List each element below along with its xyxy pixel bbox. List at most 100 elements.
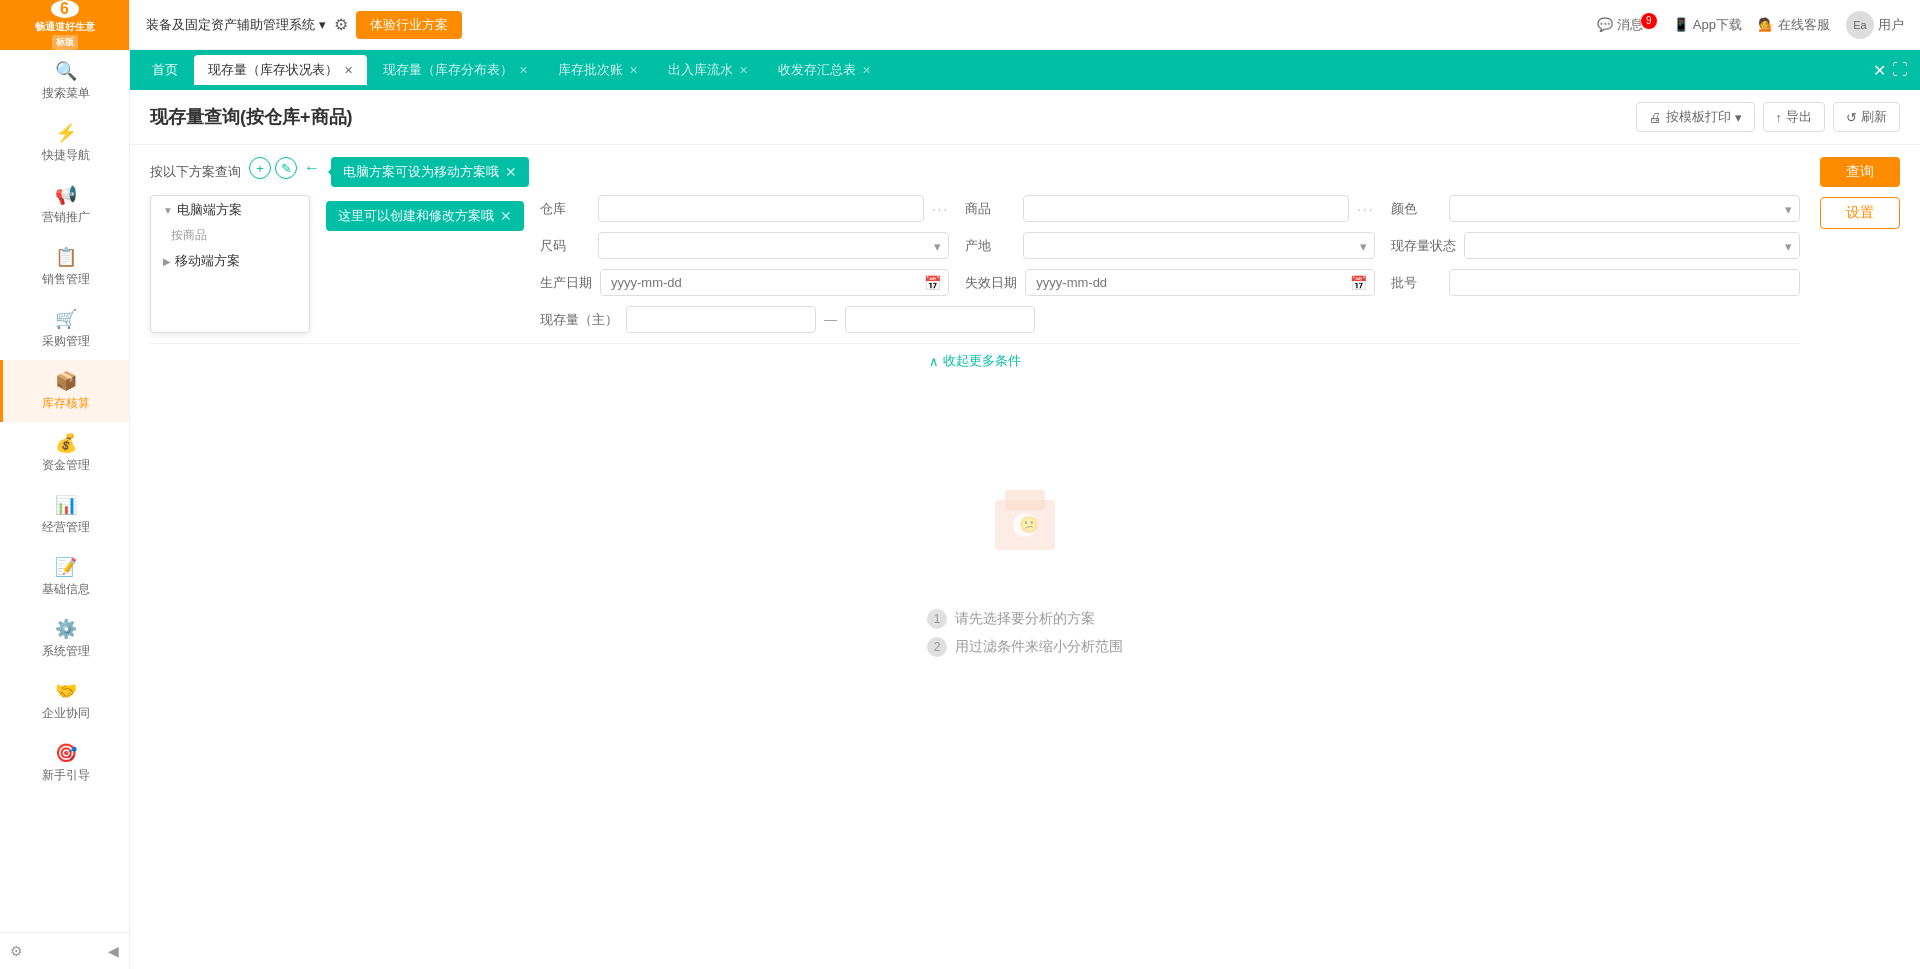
edit-schema-button[interactable]: ✎ xyxy=(275,157,297,179)
empty-step-2: 用过滤条件来缩小分析范围 xyxy=(927,637,1123,657)
tab-close-inventory-status[interactable]: ✕ xyxy=(344,64,353,77)
sidebar-logo: 6 畅通道好生意 标版 xyxy=(0,0,129,50)
reset-button[interactable]: 设置 xyxy=(1820,197,1900,229)
tab-receive-summary[interactable]: 收发存汇总表 ✕ xyxy=(764,55,885,85)
expiry-date-calendar-icon[interactable]: 📅 xyxy=(1350,275,1367,291)
tab-close-all-icon[interactable]: ✕ xyxy=(1873,61,1886,80)
goods-input[interactable] xyxy=(1023,195,1349,222)
sidebar-item-basic[interactable]: 📝 基础信息 xyxy=(0,546,129,608)
color-label: 颜色 xyxy=(1391,200,1441,218)
tooltip-create-scheme: 这里可以创建和修改方案哦 ✕ xyxy=(326,201,524,231)
sidebar-item-finance[interactable]: 💰 资金管理 xyxy=(0,422,129,484)
caret-down-icon: ▼ xyxy=(163,205,173,216)
scheme-sub-label: 按商品 xyxy=(151,224,309,247)
search-panel: 查询 设置 xyxy=(1820,157,1900,229)
tab-close-inventory-dist[interactable]: ✕ xyxy=(519,64,528,77)
message-item[interactable]: 💬 消息 9 xyxy=(1597,16,1657,34)
sidebar-item-search[interactable]: 🔍 搜索菜单 xyxy=(0,50,129,112)
expiry-date-input[interactable] xyxy=(1025,269,1374,296)
header-settings-icon[interactable]: ⚙ xyxy=(334,15,348,34)
color-field: 颜色 xyxy=(1391,195,1800,222)
sidebar-item-operations[interactable]: 📊 经营管理 xyxy=(0,484,129,546)
color-select[interactable] xyxy=(1449,195,1800,222)
scheme-mobile-item[interactable]: ▶ 移动端方案 xyxy=(151,247,309,275)
expiry-date-label: 失效日期 xyxy=(965,274,1017,292)
sidebar-item-quick-nav[interactable]: ⚡ 快捷导航 xyxy=(0,112,129,174)
top-header: 装备及固定资产辅助管理系统 ▾ ⚙ 体验行业方案 💬 消息 9 📱 App下载 … xyxy=(130,0,1920,50)
stock-main-max[interactable] xyxy=(845,306,1035,333)
tab-close-in-out-flow[interactable]: ✕ xyxy=(739,64,748,77)
sidebar-item-marketing[interactable]: 📢 营销推广 xyxy=(0,174,129,236)
tab-close-batch-ledger[interactable]: ✕ xyxy=(629,64,638,77)
collapse-sidebar-icon[interactable]: ◀ xyxy=(108,943,119,959)
guide-icon: 🎯 xyxy=(55,742,77,764)
empty-illustration: 😕 xyxy=(975,470,1075,589)
sidebar-footer: ⚙ ◀ xyxy=(0,932,129,969)
production-date-input[interactable] xyxy=(600,269,949,296)
batch-no-field: 批号 xyxy=(1391,269,1800,296)
quick-nav-icon: ⚡ xyxy=(55,122,77,144)
sidebar-item-guide[interactable]: 🎯 新手引导 xyxy=(0,732,129,794)
warehouse-input[interactable] xyxy=(598,195,924,222)
sidebar-item-inventory[interactable]: 📦 库存核算 xyxy=(0,360,129,422)
tab-close-receive-summary[interactable]: ✕ xyxy=(862,64,871,77)
origin-select[interactable] xyxy=(1023,232,1374,259)
online-service-item[interactable]: 💁 在线客服 xyxy=(1758,16,1830,34)
tab-home[interactable]: 首页 xyxy=(138,55,192,85)
stock-status-select[interactable] xyxy=(1464,232,1800,259)
sidebar-nav: 🔍 搜索菜单 ⚡ 快捷导航 📢 营销推广 📋 销售管理 🛒 采购管理 📦 库存核… xyxy=(0,50,129,932)
user-item[interactable]: Ea 用户 xyxy=(1846,11,1904,39)
tab-inventory-dist[interactable]: 现存量（库存分布表） ✕ xyxy=(369,55,542,85)
goods-field: 商品 ··· xyxy=(965,195,1374,222)
tooltip1-close[interactable]: ✕ xyxy=(505,164,517,180)
search-icon: 🔍 xyxy=(55,60,77,82)
logo-tag: 标版 xyxy=(52,35,78,50)
goods-dots[interactable]: ··· xyxy=(1357,201,1375,217)
page-actions: 🖨 按模板打印 ▾ ↑ 导出 ↺ 刷新 xyxy=(1636,102,1901,132)
tab-inventory-status[interactable]: 现存量（库存状况表） ✕ xyxy=(194,55,367,85)
sidebar-item-enterprise[interactable]: 🤝 企业协同 xyxy=(0,670,129,732)
collapse-up-icon: ∧ xyxy=(929,354,939,369)
size-label: 尺码 xyxy=(540,237,590,255)
size-select[interactable] xyxy=(598,232,949,259)
tab-bar: 首页 现存量（库存状况表） ✕ 现存量（库存分布表） ✕ 库存批次账 ✕ 出入库… xyxy=(130,50,1920,90)
tab-in-out-flow[interactable]: 出入库流水 ✕ xyxy=(654,55,762,85)
caret-right-icon: ▶ xyxy=(163,256,171,267)
refresh-icon: ↺ xyxy=(1846,110,1857,125)
schema-btn-group: + ✎ ← xyxy=(249,157,323,179)
settings-footer-icon[interactable]: ⚙ xyxy=(10,943,23,959)
tab-batch-ledger[interactable]: 库存批次账 ✕ xyxy=(544,55,652,85)
batch-no-input[interactable] xyxy=(1449,269,1800,296)
export-button[interactable]: ↑ 导出 xyxy=(1763,102,1826,132)
experience-button[interactable]: 体验行业方案 xyxy=(356,11,462,39)
stock-main-min[interactable] xyxy=(626,306,816,333)
header-left: 装备及固定资产辅助管理系统 ▾ ⚙ 体验行业方案 xyxy=(146,11,462,39)
sales-icon: 📋 xyxy=(55,246,77,268)
production-date-calendar-icon[interactable]: 📅 xyxy=(924,275,941,291)
origin-label: 产地 xyxy=(965,237,1015,255)
refresh-button[interactable]: ↺ 刷新 xyxy=(1833,102,1900,132)
arrow-schema-button[interactable]: ← xyxy=(301,157,323,179)
goods-label: 商品 xyxy=(965,200,1015,218)
message-badge: 9 xyxy=(1641,13,1657,29)
sidebar-item-sales[interactable]: 📋 销售管理 xyxy=(0,236,129,298)
filter-row-1: 仓库 ··· 商品 ··· 颜色 xyxy=(540,195,1800,222)
system-select[interactable]: 装备及固定资产辅助管理系统 ▾ xyxy=(146,16,326,34)
search-button[interactable]: 查询 xyxy=(1820,157,1900,187)
sidebar-item-purchase[interactable]: 🛒 采购管理 xyxy=(0,298,129,360)
tooltip2-close[interactable]: ✕ xyxy=(500,208,512,224)
warehouse-dots[interactable]: ··· xyxy=(932,201,950,217)
stock-status-label: 现存量状态 xyxy=(1391,237,1456,255)
collapse-bar[interactable]: ∧ 收起更多条件 xyxy=(150,343,1800,378)
scheme-pc-item[interactable]: ▼ 电脑端方案 xyxy=(151,196,309,224)
print-template-button[interactable]: 🖨 按模板打印 ▾ xyxy=(1636,102,1755,132)
finance-icon: 💰 xyxy=(55,432,77,454)
logo-text: 畅通道好生意 xyxy=(35,20,95,34)
filter-fields: 仓库 ··· 商品 ··· 颜色 xyxy=(540,195,1800,333)
system-select-chevron: ▾ xyxy=(319,17,326,32)
filter-area: 查询 设置 按以下方案查询 + ✎ ← 电脑方案可设为移动方案哦 ✕ xyxy=(130,145,1920,390)
app-download-item[interactable]: 📱 App下载 xyxy=(1673,16,1742,34)
sidebar-item-system[interactable]: ⚙️ 系统管理 xyxy=(0,608,129,670)
tab-expand-icon[interactable]: ⛶ xyxy=(1892,61,1908,80)
add-schema-button[interactable]: + xyxy=(249,157,271,179)
